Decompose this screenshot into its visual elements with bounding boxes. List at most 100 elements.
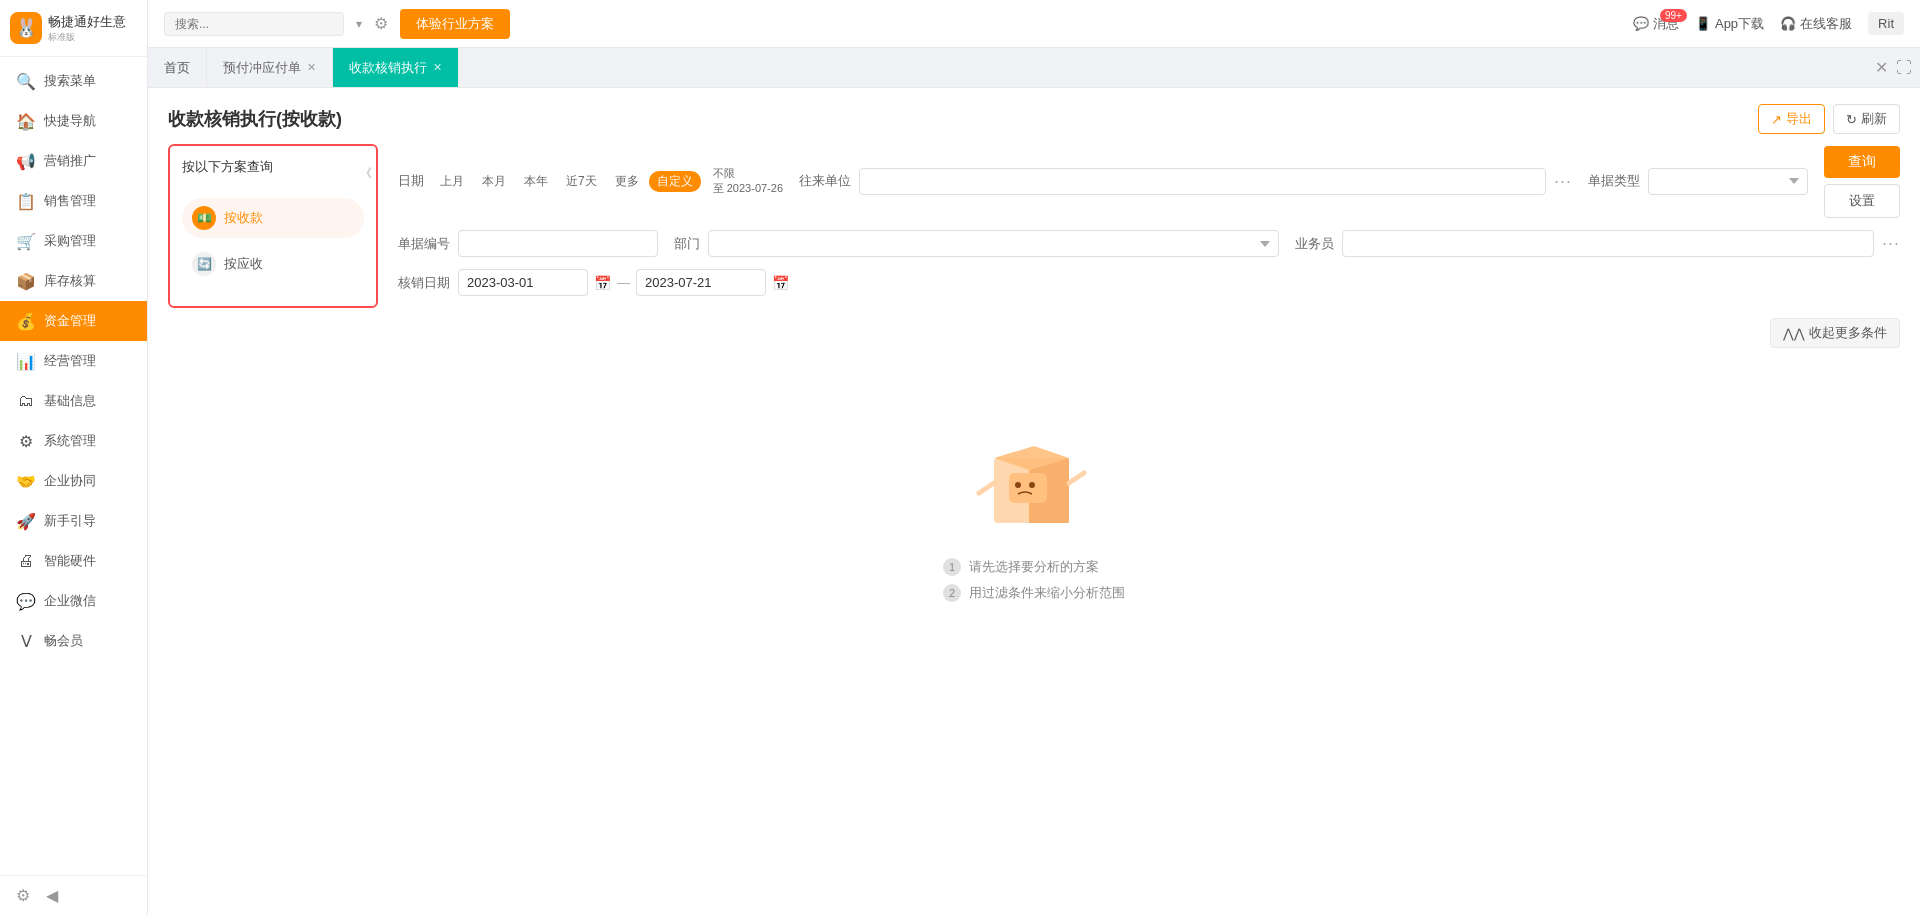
svg-point-5 — [1029, 482, 1035, 488]
tab-verify-label: 收款核销执行 — [349, 59, 427, 77]
tab-verify[interactable]: 收款核销执行 ✕ — [333, 48, 459, 87]
date-filter-group: 日期 上月 本月 本年 近7天 更多 自定义 不限 至 — [398, 166, 783, 197]
hint-text-2: 用过滤条件来缩小分析范围 — [969, 584, 1125, 602]
sidebar-label-sales: 销售管理 — [44, 192, 96, 210]
topbar-search-input[interactable] — [164, 12, 344, 36]
query-actions: 查询 设置 — [1824, 146, 1900, 218]
app-download-button[interactable]: 📱 App下载 — [1695, 15, 1764, 33]
date-btn-7days[interactable]: 近7天 — [558, 171, 605, 192]
verify-date-start-input[interactable] — [458, 269, 588, 296]
date-btn-last-month[interactable]: 上月 — [432, 171, 472, 192]
settings-footer-icon[interactable]: ⚙ — [16, 886, 30, 905]
home-icon: 🏠 — [16, 111, 36, 131]
topbar-gear-icon[interactable]: ⚙ — [374, 14, 388, 33]
date-btn-more[interactable]: 更多 — [607, 171, 647, 192]
empty-hint-1: 1 请先选择要分析的方案 — [943, 558, 1125, 576]
refresh-button[interactable]: ↻ 刷新 — [1833, 104, 1900, 134]
tab-prepay-close[interactable]: ✕ — [307, 61, 316, 74]
sidebar-label-basic-info: 基础信息 — [44, 392, 96, 410]
staff-input[interactable] — [1342, 230, 1874, 257]
sidebar-item-quicknav[interactable]: 🏠 快捷导航 — [0, 101, 147, 141]
sidebar-item-inventory[interactable]: 📦 库存核算 — [0, 261, 147, 301]
sales-icon: 📋 — [16, 191, 36, 211]
sidebar-item-wechat[interactable]: 💬 企业微信 — [0, 581, 147, 621]
sidebar-label-hardware: 智能硬件 — [44, 552, 96, 570]
sidebar-label-inventory: 库存核算 — [44, 272, 96, 290]
tabbar-actions: ✕ ⛶ — [1867, 48, 1920, 87]
refresh-icon: ↻ — [1846, 112, 1857, 127]
svg-line-7 — [1069, 473, 1084, 483]
filter-row-3: 核销日期 📅 — 📅 — [398, 269, 1900, 296]
sidebar-item-marketing[interactable]: 📢 营销推广 — [0, 141, 147, 181]
dept-filter-group: 部门 — [674, 230, 1279, 257]
sidebar-label-marketing: 营销推广 — [44, 152, 96, 170]
dept-select[interactable] — [708, 230, 1279, 257]
sidebar-item-purchase[interactable]: 🛒 采购管理 — [0, 221, 147, 261]
user-menu[interactable]: Rit — [1868, 12, 1904, 35]
page-title: 收款核销执行(按收款) — [168, 107, 342, 131]
tab-prepay-label: 预付冲应付单 — [223, 59, 301, 77]
collapse-filter-icon[interactable]: 《 — [360, 165, 372, 182]
verify-date-end-calendar-icon[interactable]: 📅 — [772, 275, 789, 291]
topbar-chevron-icon[interactable]: ▾ — [356, 17, 362, 31]
collapse-label: 收起更多条件 — [1809, 324, 1887, 342]
collapse-icon: ⋀⋀ — [1783, 326, 1805, 341]
page-header: 收款核销执行(按收款) ↗ 导出 ↻ 刷新 — [148, 88, 1920, 144]
query-button[interactable]: 查询 — [1824, 146, 1900, 178]
sidebar-item-member[interactable]: Ⅴ 畅会员 — [0, 621, 147, 661]
hardware-icon: 🖨 — [16, 551, 36, 571]
date-btn-this-month[interactable]: 本月 — [474, 171, 514, 192]
tabbar: 首页 预付冲应付单 ✕ 收款核销执行 ✕ ✕ ⛶ — [148, 48, 1920, 88]
collapse-sidebar-icon[interactable]: ◀ — [46, 886, 58, 905]
tab-close-all-icon[interactable]: ✕ — [1875, 58, 1888, 77]
sidebar-item-funds[interactable]: 💰 资金管理 — [0, 301, 147, 341]
verify-date-start-calendar-icon[interactable]: 📅 — [594, 275, 611, 291]
guide-icon: 🚀 — [16, 511, 36, 531]
message-icon: 💬 — [1633, 16, 1649, 31]
settings-button[interactable]: 设置 — [1824, 184, 1900, 218]
sidebar-item-basic-info[interactable]: 🗂 基础信息 — [0, 381, 147, 421]
message-button[interactable]: 💬 消息 99+ — [1633, 15, 1679, 33]
sidebar-footer: ⚙ ◀ — [0, 875, 147, 915]
partner-input[interactable] — [859, 168, 1546, 195]
sidebar-item-operations[interactable]: 📊 经营管理 — [0, 341, 147, 381]
tab-prepay[interactable]: 预付冲应付单 ✕ — [207, 48, 333, 87]
basic-info-icon: 🗂 — [16, 391, 36, 411]
sidebar-item-sales[interactable]: 📋 销售管理 — [0, 181, 147, 221]
tab-verify-close[interactable]: ✕ — [433, 61, 442, 74]
filter-option-receipt-label: 按收款 — [224, 209, 263, 227]
sidebar-item-system[interactable]: ⚙ 系统管理 — [0, 421, 147, 461]
tab-expand-icon[interactable]: ⛶ — [1896, 59, 1912, 77]
collapse-more-button[interactable]: ⋀⋀ 收起更多条件 — [1770, 318, 1900, 348]
staff-more-icon[interactable]: ··· — [1882, 233, 1900, 254]
topbar-right: 💬 消息 99+ 📱 App下载 🎧 在线客服 Rit — [1633, 12, 1904, 35]
sidebar-item-guide[interactable]: 🚀 新手引导 — [0, 501, 147, 541]
filter-option-by-receivable[interactable]: 🔄 按应收 — [182, 244, 364, 284]
verify-date-filter-group: 核销日期 📅 — 📅 — [398, 269, 789, 296]
online-service-button[interactable]: 🎧 在线客服 — [1780, 15, 1852, 33]
sidebar-label-operations: 经营管理 — [44, 352, 96, 370]
solution-button[interactable]: 体验行业方案 — [400, 9, 510, 39]
sidebar-nav: 🔍 搜索菜单 🏠 快捷导航 📢 营销推广 📋 销售管理 🛒 采购管理 📦 库存核… — [0, 57, 147, 875]
bill-no-input[interactable] — [458, 230, 658, 257]
sidebar-item-search[interactable]: 🔍 搜索菜单 — [0, 61, 147, 101]
svg-line-6 — [979, 483, 994, 493]
verify-date-range: 📅 — 📅 — [458, 269, 789, 296]
export-button[interactable]: ↗ 导出 — [1758, 104, 1825, 134]
sidebar-item-collab[interactable]: 🤝 企业协同 — [0, 461, 147, 501]
partner-more-icon[interactable]: ··· — [1554, 171, 1572, 192]
collab-icon: 🤝 — [16, 471, 36, 491]
hint-text-1: 请先选择要分析的方案 — [969, 558, 1099, 576]
tab-home[interactable]: 首页 — [148, 48, 207, 87]
sidebar-item-hardware[interactable]: 🖨 智能硬件 — [0, 541, 147, 581]
bill-type-select[interactable] — [1648, 168, 1808, 195]
export-label: 导出 — [1786, 110, 1812, 128]
verify-date-end-input[interactable] — [636, 269, 766, 296]
wechat-icon: 💬 — [16, 591, 36, 611]
search-icon: 🔍 — [16, 71, 36, 91]
date-btn-custom[interactable]: 自定义 — [649, 171, 701, 192]
filter-option-by-receipt[interactable]: 💵 按收款 — [182, 198, 364, 238]
empty-svg — [974, 418, 1094, 538]
date-btn-this-year[interactable]: 本年 — [516, 171, 556, 192]
app-logo: 🐰 畅捷通好生意 标准版 — [0, 0, 147, 57]
